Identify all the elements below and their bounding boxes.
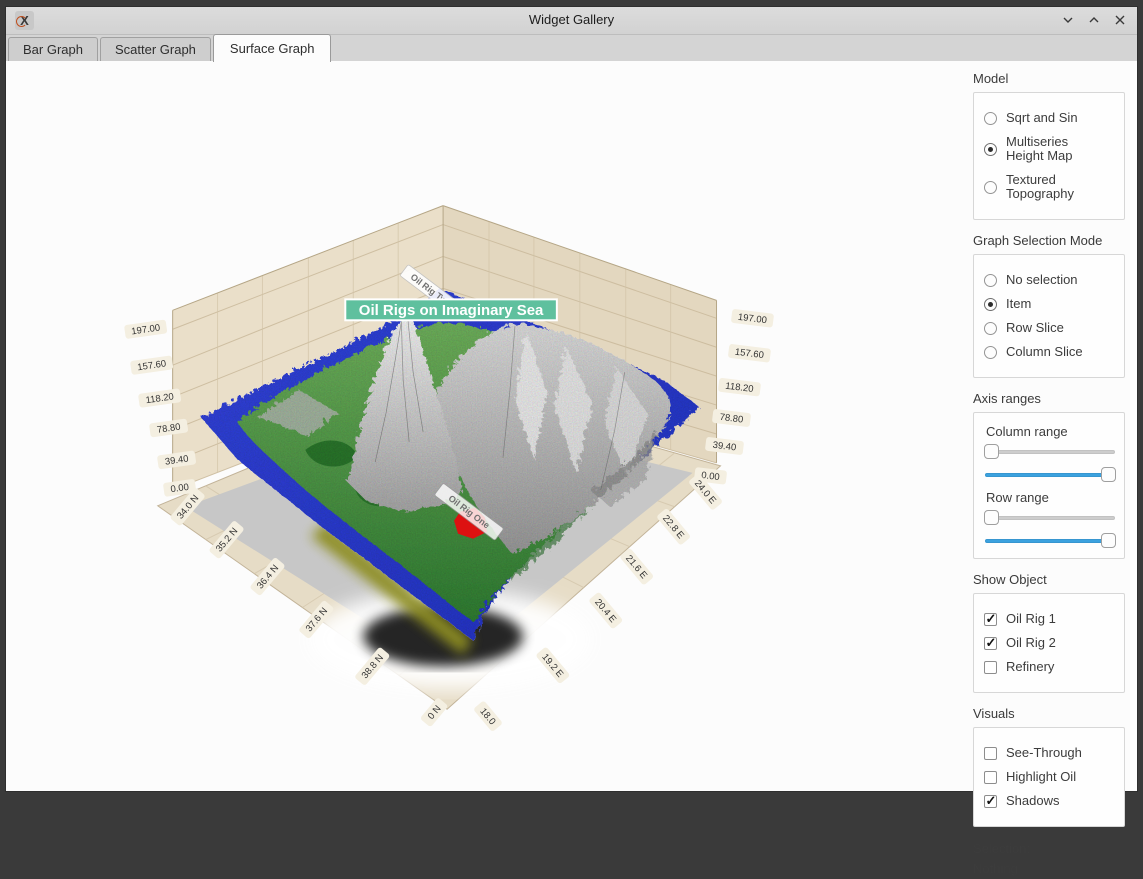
chart-title: Oil Rigs on Imaginary Sea [345, 299, 557, 320]
app-window: X Widget Gallery Bar Graph Scatter Graph… [5, 6, 1138, 792]
selection-mode-heading: Graph Selection Mode [973, 233, 1125, 248]
slider-groove[interactable] [985, 450, 1115, 454]
selection-label: Selection: [973, 839, 1125, 859]
checkbox-highlight-oil[interactable]: Highlight Oil [984, 770, 1116, 784]
radio-icon[interactable] [984, 143, 997, 156]
radio-icon[interactable] [984, 274, 997, 287]
slider-handle[interactable] [984, 510, 999, 525]
radio-icon[interactable] [984, 346, 997, 359]
checkbox-icon[interactable] [984, 661, 997, 674]
radio-icon[interactable] [984, 112, 997, 125]
svg-text:157.60: 157.60 [734, 347, 764, 361]
window-title: Widget Gallery [6, 12, 1137, 27]
close-button[interactable] [1113, 13, 1127, 27]
checkbox-icon[interactable] [984, 747, 997, 760]
visuals-groupbox: See-Through Highlight Oil Shadows [973, 727, 1125, 827]
model-groupbox: Sqrt and Sin Multiseries Height Map Text… [973, 92, 1125, 220]
radio-multiseries-height-map[interactable]: Multiseries Height Map [984, 135, 1116, 163]
radio-textured-topography[interactable]: Textured Topography [984, 173, 1116, 201]
checkbox-icon[interactable] [984, 771, 997, 784]
axis-ranges-heading: Axis ranges [973, 391, 1125, 406]
row-range-label: Row range [986, 490, 1116, 505]
slider-handle[interactable] [1101, 533, 1116, 548]
tab-surface-graph[interactable]: Surface Graph [213, 34, 332, 62]
selection-value: Nothing [973, 859, 1125, 879]
selection-status: Selection: Nothing [973, 839, 1125, 879]
checkbox-refinery[interactable]: Refinery [984, 660, 1116, 674]
content-area: Oil Rig Two Oil Rigs on Imaginary Sea Oi… [6, 61, 1137, 791]
radio-icon[interactable] [984, 298, 997, 311]
visuals-heading: Visuals [973, 706, 1125, 721]
checkbox-icon[interactable] [984, 637, 997, 650]
checkbox-icon[interactable] [984, 613, 997, 626]
checkbox-see-through[interactable]: See-Through [984, 746, 1116, 760]
tab-bar-graph[interactable]: Bar Graph [8, 37, 98, 62]
checkbox-oil-rig-2[interactable]: Oil Rig 2 [984, 636, 1116, 650]
radio-column-slice[interactable]: Column Slice [984, 345, 1116, 359]
slider-handle[interactable] [984, 444, 999, 459]
row-range-min-slider[interactable] [984, 510, 1116, 525]
slider-groove[interactable] [985, 473, 1115, 477]
surface-chart[interactable]: Oil Rig Two Oil Rigs on Imaginary Sea Oi… [6, 61, 966, 791]
controls-sidebar: Model Sqrt and Sin Multiseries Height Ma… [966, 61, 1137, 791]
show-object-groupbox: Oil Rig 1 Oil Rig 2 Refinery [973, 593, 1125, 693]
selection-mode-groupbox: No selection Item Row Slice Column Slice [973, 254, 1125, 378]
radio-sqrt-and-sin[interactable]: Sqrt and Sin [984, 111, 1116, 125]
axis-ranges-groupbox: Column range Row range [973, 412, 1125, 559]
svg-text:Oil Rigs on Imaginary Sea: Oil Rigs on Imaginary Sea [359, 302, 544, 319]
column-range-label: Column range [986, 424, 1116, 439]
row-range-max-slider[interactable] [984, 533, 1116, 548]
model-heading: Model [973, 71, 1125, 86]
radio-icon[interactable] [984, 322, 997, 335]
titlebar[interactable]: X Widget Gallery [6, 7, 1137, 35]
surface-graph-view[interactable]: Oil Rig Two Oil Rigs on Imaginary Sea Oi… [6, 61, 966, 791]
checkbox-icon[interactable] [984, 795, 997, 808]
tab-bar: Bar Graph Scatter Graph Surface Graph [6, 35, 1137, 62]
column-range-max-slider[interactable] [984, 467, 1116, 482]
slider-handle[interactable] [1101, 467, 1116, 482]
slider-groove[interactable] [985, 516, 1115, 520]
radio-icon[interactable] [984, 181, 997, 194]
show-object-heading: Show Object [973, 572, 1125, 587]
checkbox-oil-rig-1[interactable]: Oil Rig 1 [984, 612, 1116, 626]
checkbox-shadows[interactable]: Shadows [984, 794, 1116, 808]
slider-groove[interactable] [985, 539, 1115, 543]
column-range-min-slider[interactable] [984, 444, 1116, 459]
svg-text:197.00: 197.00 [737, 312, 767, 326]
maximize-button[interactable] [1087, 13, 1101, 27]
radio-row-slice[interactable]: Row Slice [984, 321, 1116, 335]
minimize-button[interactable] [1061, 13, 1075, 27]
radio-item[interactable]: Item [984, 297, 1116, 311]
tab-scatter-graph[interactable]: Scatter Graph [100, 37, 211, 62]
radio-no-selection[interactable]: No selection [984, 273, 1116, 287]
